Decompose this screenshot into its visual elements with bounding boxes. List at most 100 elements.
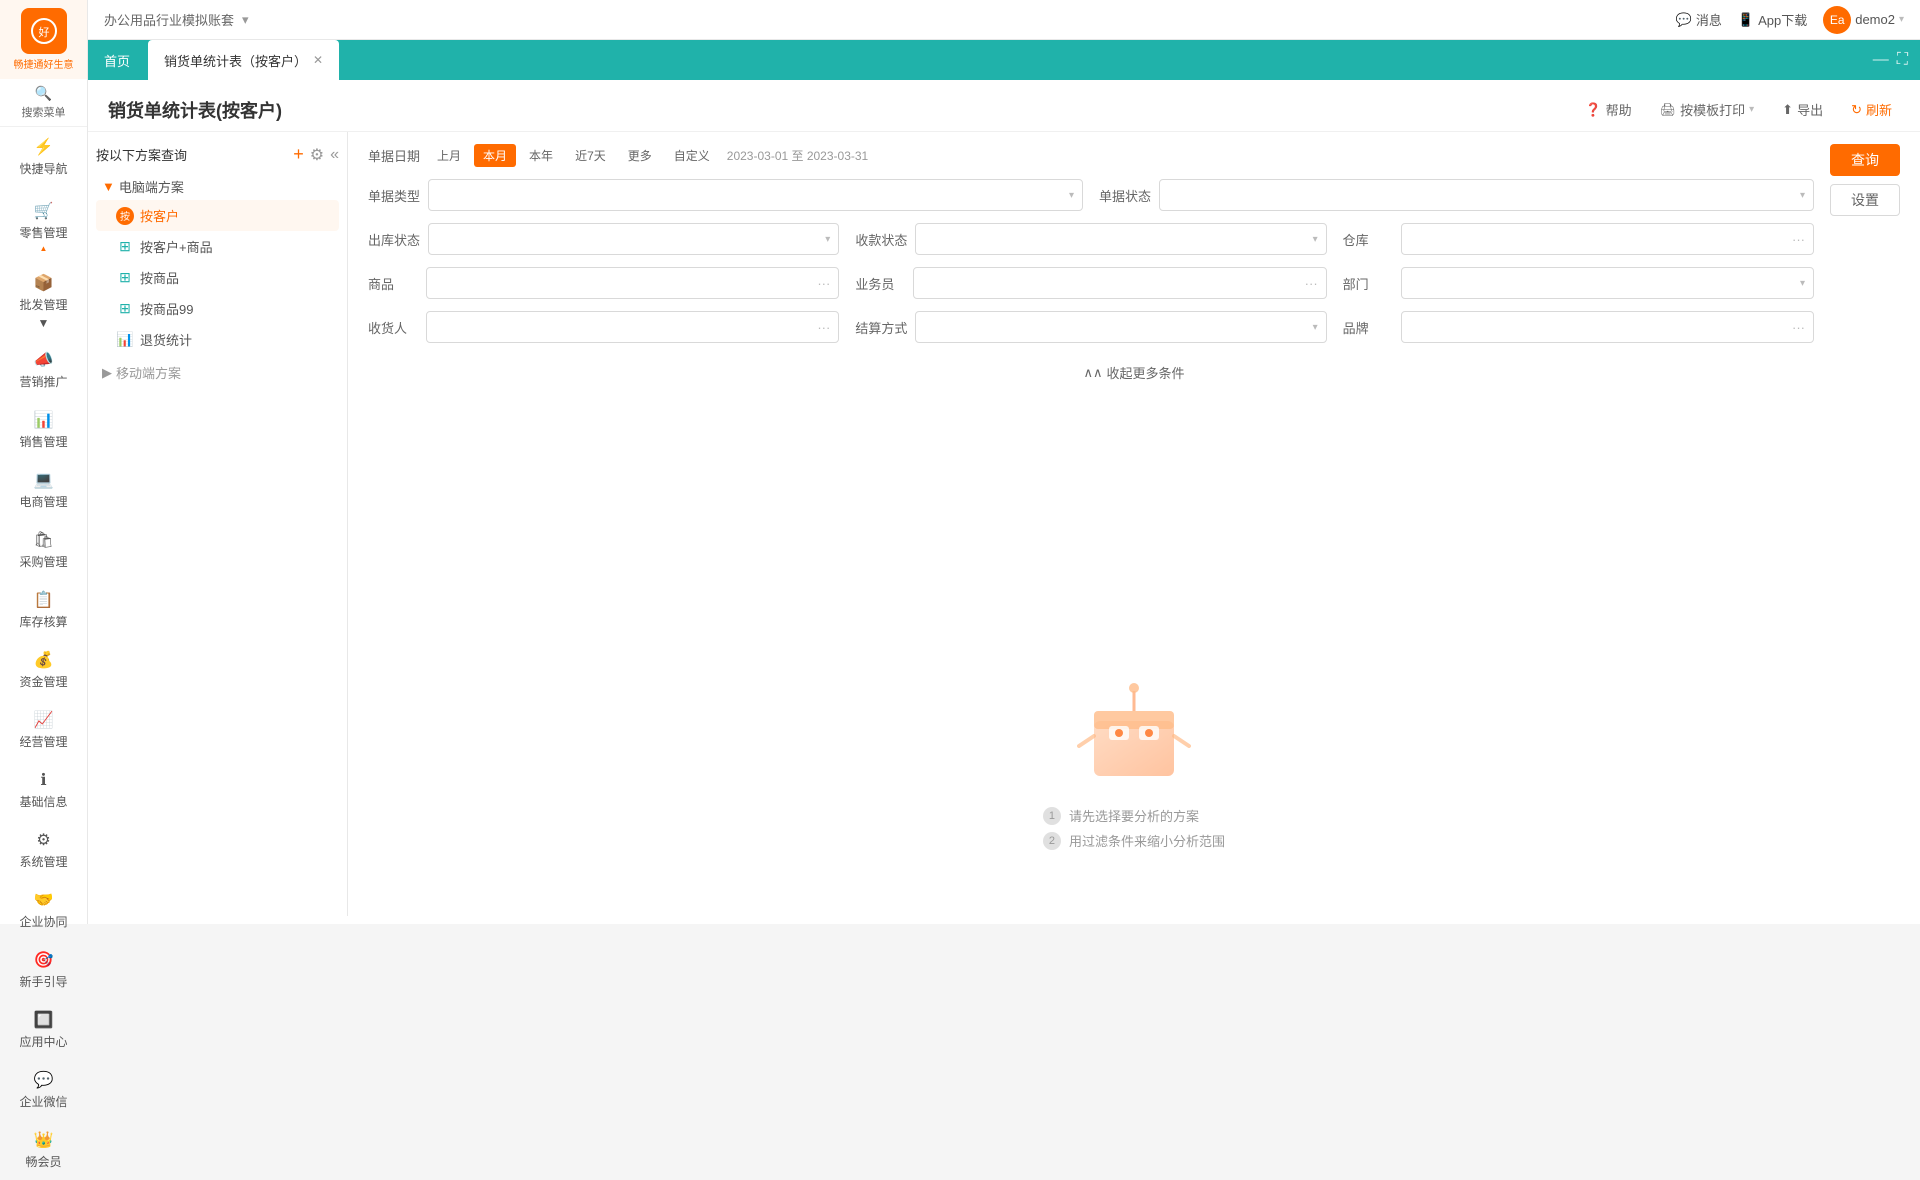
brand-input[interactable]: ··· [1401,311,1814,343]
dept-chevron-icon: ▾ [1800,278,1805,289]
scheme-collapse-btn[interactable]: « [330,146,339,164]
sidebar-item-wholesale[interactable]: 📦 批发管理 [0,263,87,340]
scheme-panel: 按以下方案查询 + ⚙ « ▼ 电脑端方案 [88,132,348,916]
print-btn[interactable]: 🖨 按模板打印 ▾ [1652,96,1763,123]
ship-input[interactable]: ▾ [428,223,839,255]
goods-icon: ⊞ [116,269,134,287]
tab-sales-stats[interactable]: 销货单统计表（按客户） ✕ [148,40,339,80]
tab-home[interactable]: 首页 [88,40,146,80]
brand-dots-icon: ··· [1792,320,1805,335]
filter-type: 单据类型 ▾ [368,179,1083,211]
tab-minimize-icon[interactable]: — [1873,51,1889,69]
warehouse-dots-icon: ··· [1792,232,1805,247]
scheme-item-customer-goods[interactable]: ⊞ 按客户+商品 [96,231,339,262]
date-btn-thisyear[interactable]: 本年 [520,144,562,167]
salesperson-input[interactable]: ··· [913,267,1326,299]
sidebar-item-member[interactable]: 👑 畅会员 [0,1120,87,1180]
filter-ship: 出库状态 ▾ [368,223,839,255]
sidebar-item-system[interactable]: ⚙ 系统管理 [0,820,87,880]
guide-icon: 🎯 [34,950,54,970]
message-btn[interactable]: 💬 消息 [1676,10,1722,29]
sidebar-item-purchase[interactable]: 🛍 采购管理 [0,520,87,580]
wholesale-icon: 📦 [34,273,54,293]
status-input[interactable]: ▾ [1159,179,1814,211]
sidebar: 好 畅捷通好生意 🔍 搜索菜单 ⚡ 快捷导航 🛒 零售管理 📦 批发管理 📣 营… [0,0,88,924]
tab-maximize-icon[interactable]: ⛶ [1897,51,1908,69]
sidebar-search[interactable]: 🔍 搜索菜单 [0,79,87,127]
scheme-group-mobile-title[interactable]: ▶ 移动端方案 [96,359,339,386]
date-quick-btns: 上月 本月 本年 近7天 更多 自定义 [428,144,719,167]
filter-receiver: 收货人 ··· [368,311,839,343]
export-btn[interactable]: ⬆ 导出 [1774,96,1831,123]
query-button[interactable]: 查询 [1830,144,1900,176]
member-icon: 👑 [34,1130,54,1150]
pay-input[interactable]: ▾ [915,223,1326,255]
filter-settlement: 结算方式 ▾ [855,311,1326,343]
sidebar-item-collab[interactable]: 🤝 企业协同 [0,880,87,940]
content-body: 按以下方案查询 + ⚙ « ▼ 电脑端方案 [88,132,1920,916]
sidebar-item-operations[interactable]: 📈 经营管理 [0,700,87,760]
goods-dots-icon: ··· [817,276,830,291]
scheme-item-goods[interactable]: ⊞ 按商品 [96,262,339,293]
warehouse-input[interactable]: ··· [1401,223,1814,255]
app-download-btn[interactable]: 📱 App下载 [1738,10,1807,29]
settlement-input[interactable]: ▾ [915,311,1326,343]
date-btn-7days[interactable]: 近7天 [566,144,615,167]
sidebar-item-guide[interactable]: 🎯 新手引导 [0,940,87,1000]
scheme-settings-btn[interactable]: ⚙ [310,145,324,165]
collapse-btn[interactable]: ∧∧ 收起更多条件 [368,355,1900,390]
dept-input[interactable]: ▾ [1401,267,1814,299]
filter-goods: 商品 ··· [368,267,839,299]
tab-close-icon[interactable]: ✕ [313,53,323,67]
help-icon: ❓ [1585,102,1601,118]
print-dropdown-icon: ▾ [1749,104,1754,115]
help-btn[interactable]: ❓ 帮助 [1577,96,1639,123]
settlement-chevron-icon: ▾ [1313,322,1318,333]
top-header: 办公用品行业模拟账套 ▾ 💬 消息 📱 App下载 Ea demo2 ▾ [88,0,1920,40]
scheme-tree: ▼ 电脑端方案 按 按客户 ⊞ 按客户+商品 ⊞ [96,173,339,386]
page-title: 销货单统计表(按客户) [108,97,282,123]
operations-icon: 📈 [34,710,54,730]
date-btn-thismonth[interactable]: 本月 [474,144,516,167]
date-row: 单据日期 上月 本月 本年 近7天 更多 自定义 2023-03-01 至 20… [368,144,1814,167]
scheme-group-pc-title[interactable]: ▼ 电脑端方案 [96,173,339,200]
message-icon: 💬 [1676,12,1692,28]
date-btn-more[interactable]: 更多 [619,144,661,167]
status-chevron-icon: ▾ [1800,190,1805,201]
ecommerce-icon: 💻 [34,470,54,490]
export-icon: ⬆ [1782,102,1793,118]
sidebar-item-finance[interactable]: 💰 资金管理 [0,640,87,700]
scheme-add-btn[interactable]: + [293,144,304,165]
settings-button[interactable]: 设置 [1830,184,1900,216]
sidebar-item-retail[interactable]: 🛒 零售管理 [0,191,87,263]
sidebar-item-basic[interactable]: ℹ 基础信息 [0,760,87,820]
scheme-item-returns[interactable]: 📊 退货统计 [96,324,339,355]
sidebar-item-quicknav[interactable]: ⚡ 快捷导航 [0,127,87,187]
header-right: 💬 消息 📱 App下载 Ea demo2 ▾ [1676,6,1904,34]
scheme-item-customer[interactable]: 按 按客户 [96,200,339,231]
sidebar-item-wechat[interactable]: 💬 企业微信 [0,1060,87,1120]
receiver-input[interactable]: ··· [426,311,839,343]
sidebar-item-ecommerce[interactable]: 💻 电商管理 [0,460,87,520]
date-btn-custom[interactable]: 自定义 [665,144,719,167]
user-menu[interactable]: Ea demo2 ▾ [1823,6,1904,34]
refresh-btn[interactable]: ↻ 刷新 [1843,96,1900,123]
inventory-icon: 📋 [34,590,54,610]
sidebar-item-apps[interactable]: 🔲 应用中心 [0,1000,87,1060]
breadcrumb-dropdown-icon[interactable]: ▾ [242,12,249,28]
svg-text:好: 好 [38,25,49,39]
sidebar-item-sales[interactable]: 📊 销售管理 [0,400,87,460]
type-input[interactable]: ▾ [428,179,1083,211]
filter-status: 单据状态 ▾ [1099,179,1814,211]
finance-icon: 💰 [34,650,54,670]
logo[interactable]: 好 畅捷通好生意 [0,0,87,79]
sidebar-item-marketing[interactable]: 📣 营销推广 [0,340,87,400]
filter-dept: 部门 ▾ [1343,267,1814,299]
user-chevron-icon: ▾ [1899,14,1904,25]
goods-input[interactable]: ··· [426,267,839,299]
sidebar-item-inventory[interactable]: 📋 库存核算 [0,580,87,640]
receiver-dots-icon: ··· [817,320,830,335]
scheme-item-goods99[interactable]: ⊞ 按商品99 [96,293,339,324]
refresh-icon: ↻ [1851,102,1862,118]
date-btn-lastmonth[interactable]: 上月 [428,144,470,167]
